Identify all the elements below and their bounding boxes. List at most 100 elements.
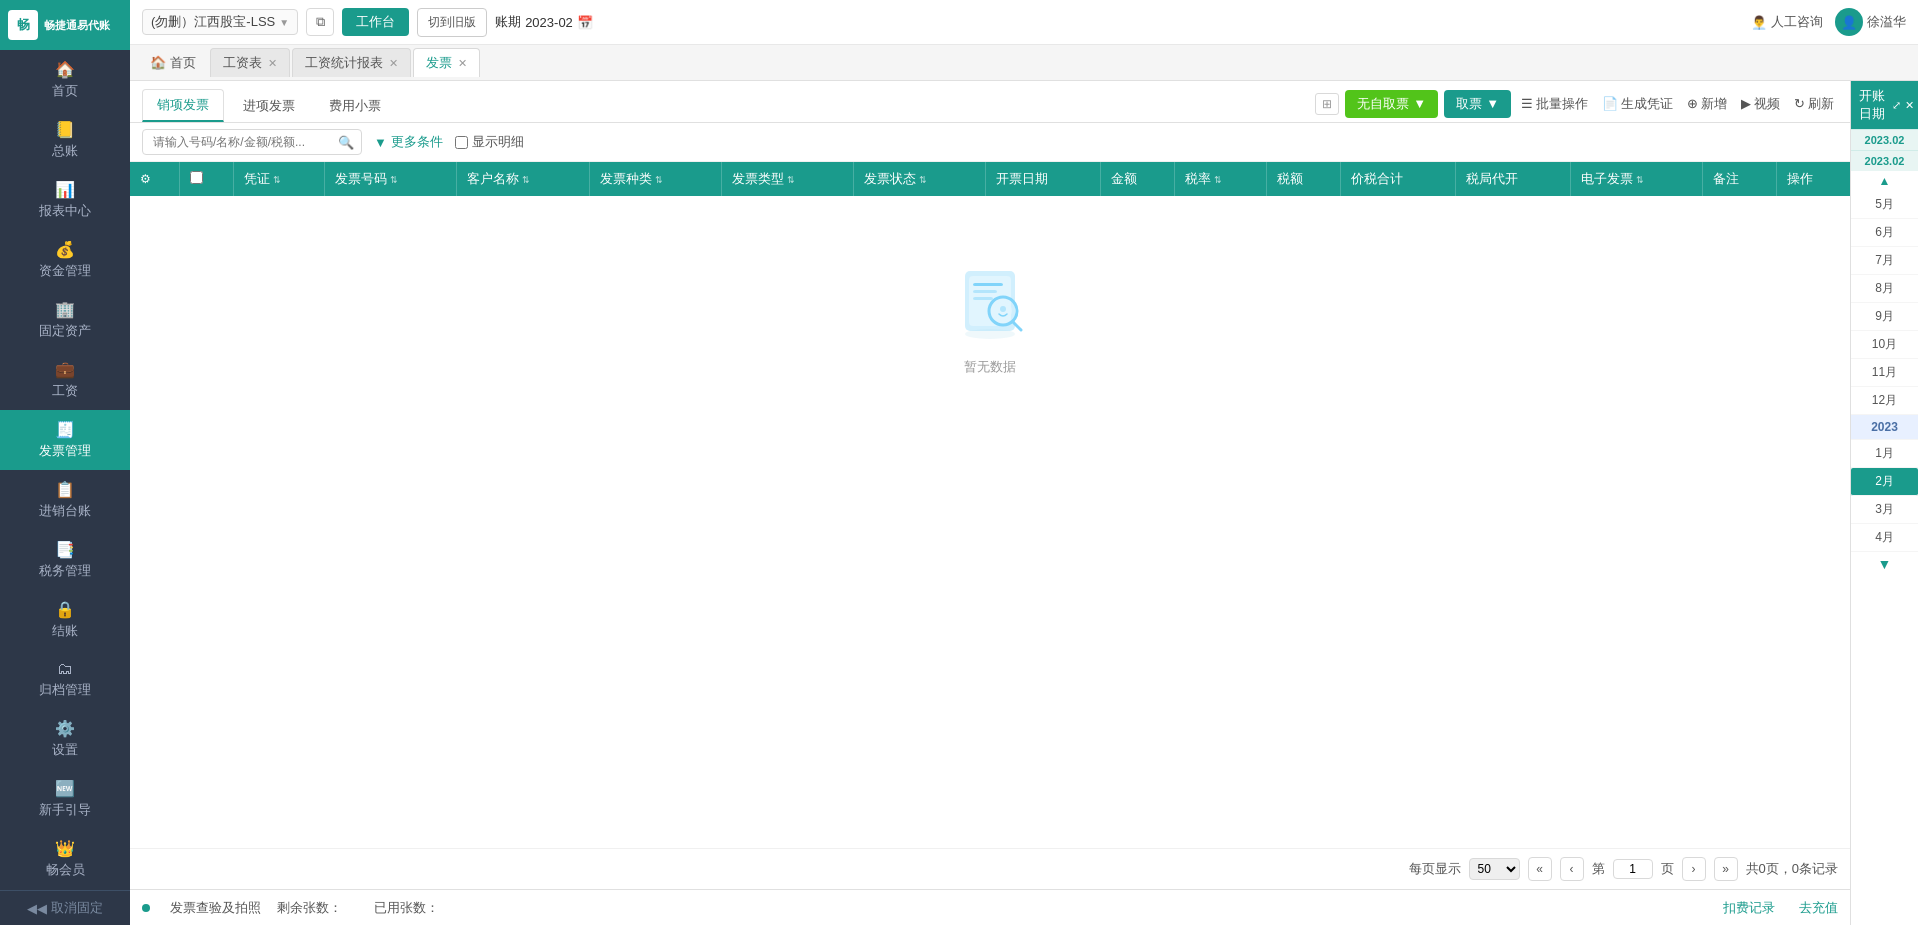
new-btn[interactable]: ⊕ 新增	[1683, 90, 1731, 118]
support-item[interactable]: 👨‍💼 人工咨询	[1751, 13, 1823, 31]
sub-tab-purchase[interactable]: 进项发票	[228, 90, 310, 122]
col-customer[interactable]: 客户名称⇅	[457, 162, 589, 196]
col-invoice-no[interactable]: 发票号码⇅	[325, 162, 457, 196]
date-month-10[interactable]: 10月	[1851, 331, 1918, 359]
sidebar-item-funds[interactable]: 💰 资金管理	[0, 230, 130, 290]
col-voucher[interactable]: 凭证⇅	[233, 162, 324, 196]
date-month-12[interactable]: 12月	[1851, 387, 1918, 415]
footer-bar: 发票查验及拍照 剩余张数： 已用张数： 扣费记录 去充值	[130, 889, 1850, 925]
logo-text: 畅捷通易代账	[44, 18, 110, 32]
first-page-btn[interactable]: «	[1528, 857, 1552, 881]
support-icon: 👨‍💼	[1751, 15, 1767, 30]
scroll-down-btn[interactable]: ▼	[1851, 552, 1918, 576]
batch-ops-btn[interactable]: ☰ 批量操作	[1517, 90, 1592, 118]
next-page-btn[interactable]: ›	[1682, 857, 1706, 881]
grid-view-icon[interactable]: ⊞	[1315, 93, 1339, 115]
copy-button[interactable]: ⧉	[306, 8, 334, 36]
select-all-checkbox[interactable]	[190, 171, 203, 184]
tab-salary-table-label: 工资表	[223, 54, 262, 72]
sidebar-item-reports-label: 报表中心	[39, 202, 91, 220]
video-btn[interactable]: ▶ 视频	[1737, 90, 1784, 118]
sidebar-item-tax[interactable]: 📑 税务管理	[0, 530, 130, 590]
settings-icon: ⚙️	[55, 719, 75, 738]
generate-voucher-btn[interactable]: 📄 生成凭证	[1598, 90, 1677, 118]
sidebar-item-assets[interactable]: 🏢 固定资产	[0, 290, 130, 350]
sidebar-item-sales[interactable]: 📋 进销台账	[0, 470, 130, 530]
col-electronic[interactable]: 电子发票⇅	[1570, 162, 1702, 196]
sidebar-item-settings[interactable]: ⚙️ 设置	[0, 709, 130, 769]
refresh-btn[interactable]: ↻ 刷新	[1790, 90, 1838, 118]
tab-invoice-label: 发票	[426, 54, 452, 72]
show-details-checkbox[interactable]	[455, 136, 468, 149]
sidebar-item-archive[interactable]: 🗂 归档管理	[0, 650, 130, 709]
sidebar-item-closing[interactable]: 🔒 结账	[0, 590, 130, 650]
show-details-wrap[interactable]: 显示明细	[455, 133, 524, 151]
search-input[interactable]	[142, 129, 362, 155]
date-month-5[interactable]: 5月	[1851, 191, 1918, 219]
tab-invoice[interactable]: 发票 ✕	[413, 48, 480, 77]
col-invoice-category[interactable]: 发票类型⇅	[721, 162, 853, 196]
tab-salary-table-close[interactable]: ✕	[268, 57, 277, 70]
date-month-7[interactable]: 7月	[1851, 247, 1918, 275]
last-page-btn[interactable]: »	[1714, 857, 1738, 881]
take-btn[interactable]: 取票 ▼	[1444, 90, 1511, 118]
page-input[interactable]	[1613, 859, 1653, 879]
sidebar-item-salary[interactable]: 💼 工资	[0, 350, 130, 410]
company-selector[interactable]: (勿删）江西股宝-LSS ▼	[142, 9, 298, 35]
date-month-9[interactable]: 9月	[1851, 303, 1918, 331]
tab-salary-table[interactable]: 工资表 ✕	[210, 48, 290, 77]
date-month-1-2023[interactable]: 1月	[1851, 440, 1918, 468]
date-panel-header[interactable]: 开账日期 ⤢ ✕	[1851, 81, 1918, 129]
date-month-8[interactable]: 8月	[1851, 275, 1918, 303]
support-label: 人工咨询	[1771, 13, 1823, 31]
date-panel-expand-icon[interactable]: ⤢	[1892, 99, 1901, 112]
add-record-link[interactable]: 扣费记录	[1723, 899, 1775, 917]
sidebar-item-invoice-label: 发票管理	[39, 442, 91, 460]
sidebar-item-invoice[interactable]: 🧾 发票管理	[0, 410, 130, 470]
no-tax-btn[interactable]: 无自取票 ▼	[1345, 90, 1438, 118]
user-item[interactable]: 👤 徐溢华	[1835, 8, 1906, 36]
sidebar-item-ledger[interactable]: 📒 总账	[0, 110, 130, 170]
switch-version-button[interactable]: 切到旧版	[417, 8, 487, 37]
col-checkbox[interactable]	[180, 162, 234, 196]
date-year-header-1: 2023.02	[1851, 129, 1918, 150]
sidebar-item-reports[interactable]: 📊 报表中心	[0, 170, 130, 230]
col-settings[interactable]: ⚙	[130, 162, 180, 196]
sub-tab-expense[interactable]: 费用小票	[314, 90, 396, 122]
more-conditions-btn[interactable]: ▼ 更多条件	[374, 133, 443, 151]
prev-page-btn[interactable]: ‹	[1560, 857, 1584, 881]
tab-salary-stats[interactable]: 工资统计报表 ✕	[292, 48, 411, 77]
sidebar-item-guide[interactable]: 🆕 新手引导	[0, 769, 130, 829]
date-month-11[interactable]: 11月	[1851, 359, 1918, 387]
sub-tab-expense-label: 费用小票	[329, 98, 381, 113]
refresh-label: 刷新	[1808, 95, 1834, 113]
sidebar-item-home[interactable]: 🏠 首页	[0, 50, 130, 110]
sidebar-item-member[interactable]: 👑 畅会员	[0, 829, 130, 889]
reports-icon: 📊	[55, 180, 75, 199]
date-panel-close-icon[interactable]: ✕	[1905, 99, 1914, 112]
take-label: 取票	[1456, 95, 1482, 113]
tab-home[interactable]: 🏠 首页	[138, 49, 208, 77]
closing-icon: 🔒	[55, 600, 75, 619]
workspace-button[interactable]: 工作台	[342, 8, 409, 36]
col-invoice-type[interactable]: 发票种类⇅	[589, 162, 721, 196]
date-month-6[interactable]: 6月	[1851, 219, 1918, 247]
col-tax: 税额	[1266, 162, 1340, 196]
go-vip-link[interactable]: 去充值	[1799, 899, 1838, 917]
col-status[interactable]: 发票状态⇅	[854, 162, 986, 196]
tab-salary-stats-close[interactable]: ✕	[389, 57, 398, 70]
sub-tab-sales[interactable]: 销项发票	[142, 89, 224, 122]
sidebar-collapse[interactable]: ◀◀ 取消固定	[0, 890, 130, 925]
date-month-3-2023[interactable]: 3月	[1851, 496, 1918, 524]
col-tax-rate[interactable]: 税率⇅	[1175, 162, 1266, 196]
date-month-2-2023[interactable]: 2月	[1851, 468, 1918, 496]
page-size-select[interactable]: 50 100 200	[1469, 858, 1520, 880]
scroll-up-btn[interactable]: ▲	[1851, 171, 1918, 191]
take-dropdown-icon: ▼	[1486, 96, 1499, 111]
search-wrap: 🔍	[142, 129, 362, 155]
date-month-4-2023[interactable]: 4月	[1851, 524, 1918, 552]
tab-invoice-close[interactable]: ✕	[458, 57, 467, 70]
invoice-icon: 🧾	[55, 420, 75, 439]
generate-icon: 📄	[1602, 96, 1618, 111]
member-icon: 👑	[55, 839, 75, 858]
